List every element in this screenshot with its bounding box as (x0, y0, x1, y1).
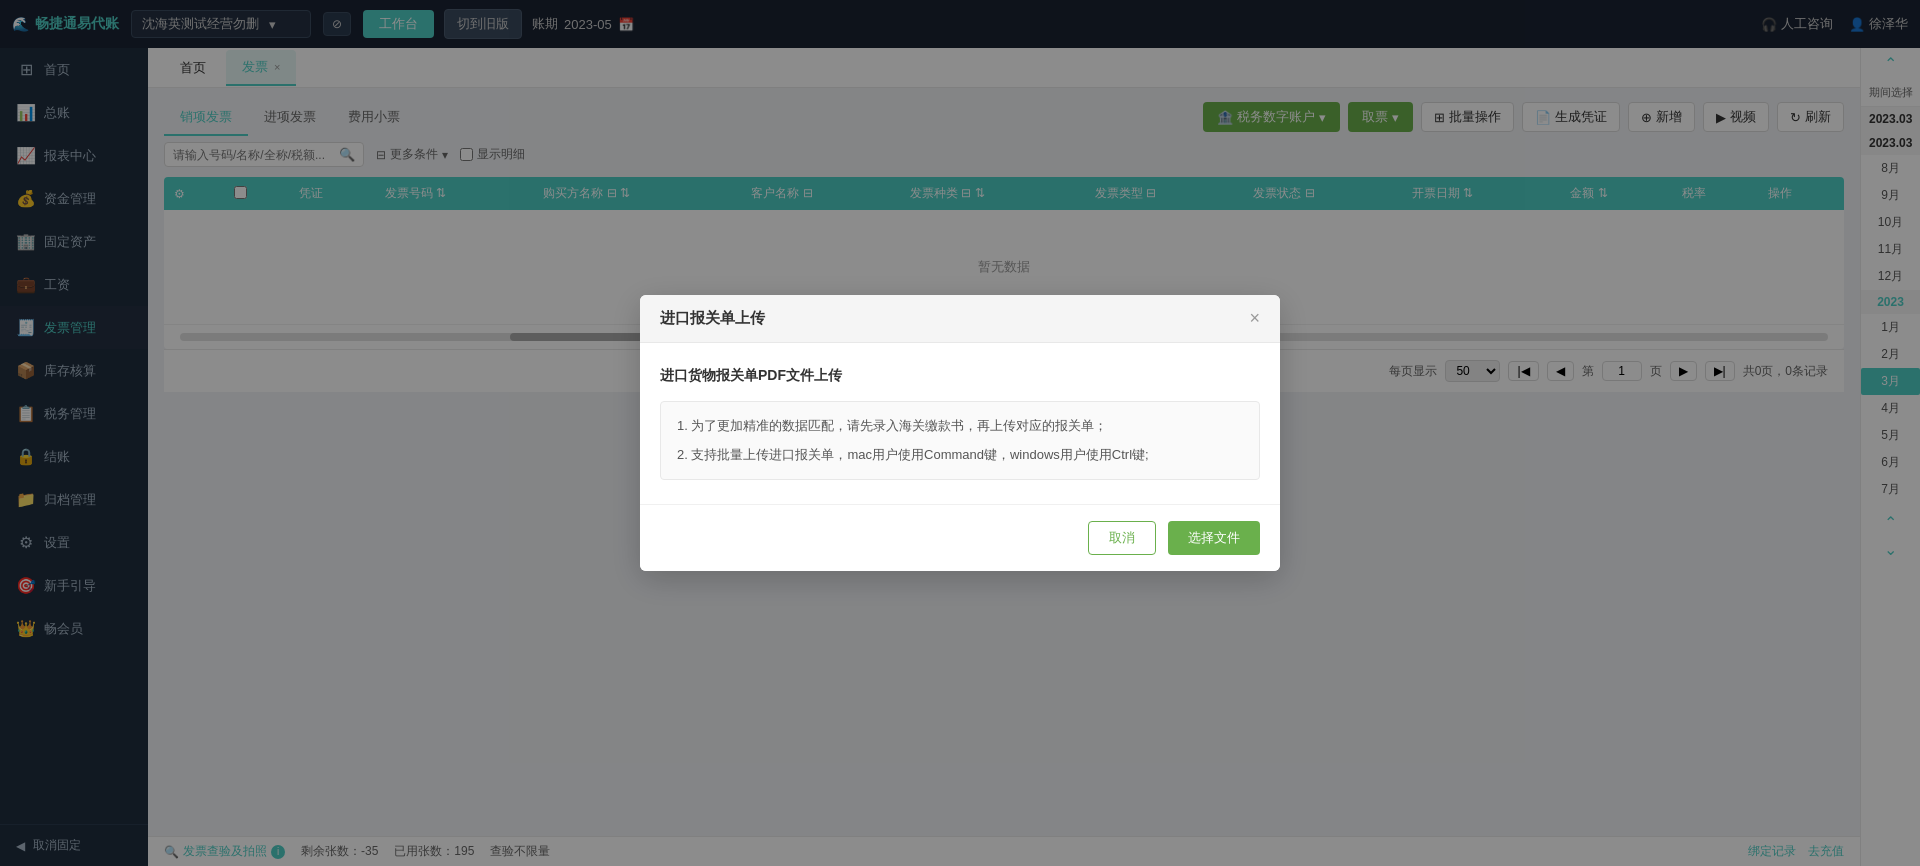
modal-body: 进口货物报关单PDF文件上传 1. 为了更加精准的数据匹配，请先录入海关缴款书，… (640, 343, 1280, 505)
modal-overlay: 进口报关单上传 × 进口货物报关单PDF文件上传 1. 为了更加精准的数据匹配，… (0, 0, 1920, 866)
modal-note-2: 2. 支持批量上传进口报关单，mac用户使用Command键，windows用户… (677, 445, 1243, 466)
modal-close-button[interactable]: × (1249, 309, 1260, 327)
modal-title: 进口报关单上传 (660, 309, 765, 328)
modal-note-1: 1. 为了更加精准的数据匹配，请先录入海关缴款书，再上传对应的报关单； (677, 416, 1243, 437)
modal-notes: 1. 为了更加精准的数据匹配，请先录入海关缴款书，再上传对应的报关单； 2. 支… (660, 401, 1260, 481)
modal-footer: 取消 选择文件 (640, 504, 1280, 571)
modal-section-title: 进口货物报关单PDF文件上传 (660, 367, 1260, 385)
modal-select-file-button[interactable]: 选择文件 (1168, 521, 1260, 555)
modal-cancel-button[interactable]: 取消 (1088, 521, 1156, 555)
modal-header: 进口报关单上传 × (640, 295, 1280, 343)
import-customs-modal: 进口报关单上传 × 进口货物报关单PDF文件上传 1. 为了更加精准的数据匹配，… (640, 295, 1280, 572)
